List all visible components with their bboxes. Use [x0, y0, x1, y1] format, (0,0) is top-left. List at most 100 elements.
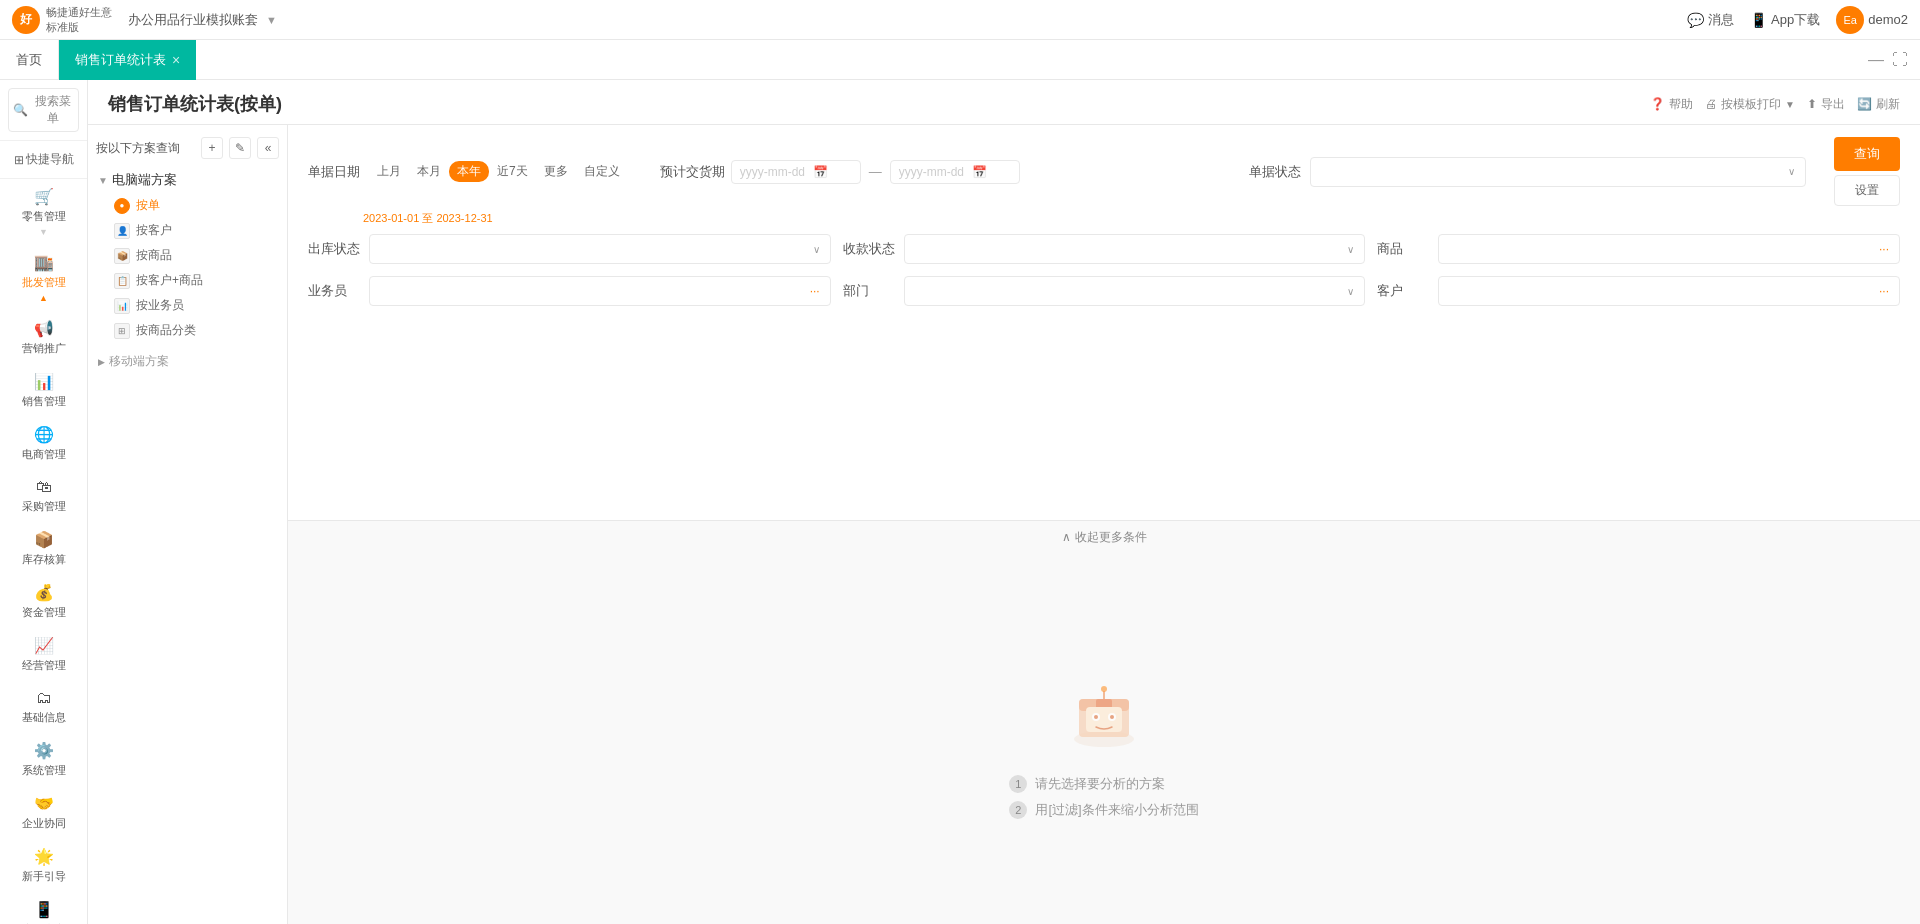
filter-date-item: 单据日期 上月 本月 本年 近7天 更多 自定义 [308, 161, 628, 182]
sidebar-item-sales[interactable]: 📊 销售管理 [0, 364, 87, 417]
settings-button[interactable]: 设置 [1834, 175, 1900, 206]
add-scheme-button[interactable]: + [201, 137, 223, 159]
customer-select[interactable]: ··· [1438, 276, 1900, 306]
sidebar-search-area: 🔍 搜索菜单 [0, 80, 87, 141]
pc-section: ▼ 电脑端方案 ● 按单 👤 按客户 📦 [96, 167, 279, 343]
query-button[interactable]: 查询 [1834, 137, 1900, 171]
salesperson-more-icon: ··· [810, 284, 820, 298]
sidebar-item-enterprise[interactable]: 🤝 企业协同 [0, 786, 87, 839]
sidebar-item-ecommerce[interactable]: 🌐 电商管理 [0, 417, 87, 470]
date-this-month-button[interactable]: 本月 [409, 161, 449, 182]
pc-section-header[interactable]: ▼ 电脑端方案 [96, 167, 279, 193]
inventory-icon: 📦 [34, 530, 54, 549]
sidebar-item-system[interactable]: ⚙️ 系统管理 [0, 733, 87, 786]
quick-nav-button[interactable]: ⊞ 快捷导航 [0, 145, 87, 174]
expected-date-end-input[interactable]: yyyy-mm-dd 📅 [890, 160, 1020, 184]
filter-payment-status: 收款状态 ∨ [843, 234, 1366, 264]
date-7days-button[interactable]: 近7天 [489, 161, 536, 182]
sidebar-item-newbie[interactable]: 🌟 新手引导 [0, 839, 87, 892]
search-menu-button[interactable]: 🔍 搜索菜单 [8, 88, 79, 132]
logo-area: 好 畅捷通好生意 标准版 [12, 5, 112, 34]
sidebar-item-retail[interactable]: 🛒 零售管理 ▼ [0, 179, 87, 245]
hint-num-2: 2 [1009, 801, 1027, 819]
date-range-display: 2023-01-01 至 2023-12-31 [308, 210, 1900, 226]
app-download-button[interactable]: 📱 App下载 [1750, 11, 1820, 29]
filter-row-2: 出库状态 ∨ 收款状态 ∨ [308, 234, 1900, 264]
filter-customer: 客户 ··· [1377, 276, 1900, 306]
by-customer-goods-icon: 📋 [114, 273, 130, 289]
mobile-arrow-icon: ▶ [98, 357, 105, 367]
customer-label: 客户 [1377, 282, 1432, 300]
sidebar-item-purchase[interactable]: 🛍 采购管理 [0, 470, 87, 522]
filter-right: 单据日期 上月 本月 本年 近7天 更多 自定义 [288, 125, 1920, 520]
help-button[interactable]: ❓ 帮助 [1650, 96, 1693, 113]
avatar: Ea [1836, 6, 1864, 34]
date-quick-buttons: 上月 本月 本年 近7天 更多 自定义 [369, 161, 628, 182]
filter-expected-date: 预计交货期 yyyy-mm-dd 📅 — yyyy-mm-dd 📅 [660, 160, 1217, 184]
topbar-dropdown-icon[interactable]: ▼ [266, 14, 277, 26]
date-label: 单据日期 [308, 163, 363, 181]
order-status-arrow-icon: ∨ [1788, 166, 1795, 177]
department-select[interactable]: ∨ [904, 276, 1366, 306]
topbar-right: 💬 消息 📱 App下载 Ea demo2 [1687, 6, 1908, 34]
tab-sales-order-stats[interactable]: 销售订单统计表 × [59, 40, 196, 80]
topbar-title: 办公用品行业模拟账套 [128, 11, 258, 29]
payment-status-arrow-icon: ∨ [1347, 244, 1354, 255]
sidebar-quick-nav[interactable]: ⊞ 快捷导航 [0, 141, 87, 179]
ecommerce-icon: 🌐 [34, 425, 54, 444]
goods-select[interactable]: ··· [1438, 234, 1900, 264]
calendar-end-icon: 📅 [972, 165, 987, 179]
sidebar-item-business[interactable]: 📈 经营管理 [0, 628, 87, 681]
tab-close-icon[interactable]: × [172, 52, 180, 68]
goods-label: 商品 [1377, 240, 1432, 258]
filter-row-1: 单据日期 上月 本月 本年 近7天 更多 自定义 [308, 137, 1900, 206]
sidebar-item-marketing[interactable]: 📢 营销推广 [0, 311, 87, 364]
department-label: 部门 [843, 282, 898, 300]
scheme-by-customer[interactable]: 👤 按客户 [112, 218, 279, 243]
print-button[interactable]: 🖨 按模板打印 ▼ [1705, 96, 1795, 113]
collapse-tree-button[interactable]: « [257, 137, 279, 159]
delivery-status-select[interactable]: ∨ [369, 234, 831, 264]
refresh-button[interactable]: 🔄 刷新 [1857, 96, 1900, 113]
date-this-year-button[interactable]: 本年 [449, 161, 489, 182]
expected-date-start-input[interactable]: yyyy-mm-dd 📅 [731, 160, 861, 184]
wholesale-icon: 🏬 [34, 253, 54, 272]
sidebar: 🔍 搜索菜单 ⊞ 快捷导航 🛒 零售管理 ▼ 🏬 批发管理 ▲ 📢 营销推广 📊 [0, 80, 88, 924]
basic-icon: 🗂 [36, 689, 52, 707]
user-profile[interactable]: Ea demo2 [1836, 6, 1908, 34]
salesperson-select[interactable]: ··· [369, 276, 831, 306]
scheme-by-salesperson[interactable]: 📊 按业务员 [112, 293, 279, 318]
export-button[interactable]: ⬆ 导出 [1807, 96, 1845, 113]
salesperson-label: 业务员 [308, 282, 363, 300]
by-salesperson-icon: 📊 [114, 298, 130, 314]
date-prev-month-button[interactable]: 上月 [369, 161, 409, 182]
collapse-more-conditions-button[interactable]: ∧ 收起更多条件 [288, 520, 1920, 554]
maximize-icon[interactable]: ⛶ [1892, 51, 1908, 69]
order-status-select[interactable]: ∨ [1310, 157, 1806, 187]
order-status-label: 单据状态 [1249, 163, 1304, 181]
mobile-section: ▶ 移动端方案 [96, 349, 279, 374]
message-button[interactable]: 💬 消息 [1687, 11, 1734, 29]
sidebar-item-finance[interactable]: 💰 资金管理 [0, 575, 87, 628]
date-more-button[interactable]: 更多 [536, 161, 576, 182]
mobile-section-header[interactable]: ▶ 移动端方案 [96, 349, 279, 374]
sidebar-item-inventory[interactable]: 📦 库存核算 [0, 522, 87, 575]
scheme-by-customer-goods[interactable]: 📋 按客户+商品 [112, 268, 279, 293]
filter-tree-icons: + ✎ « [201, 137, 279, 159]
payment-status-select[interactable]: ∨ [904, 234, 1366, 264]
delivery-status-arrow-icon: ∨ [813, 244, 820, 255]
sidebar-item-wholesale[interactable]: 🏬 批发管理 ▲ [0, 245, 87, 311]
scheme-by-order[interactable]: ● 按单 [112, 193, 279, 218]
sidebar-item-basic[interactable]: 🗂 基础信息 [0, 681, 87, 733]
minimize-icon[interactable]: — [1868, 51, 1884, 69]
scheme-by-goods-category[interactable]: ⊞ 按商品分类 [112, 318, 279, 343]
tabbar: 首页 销售订单统计表 × — ⛶ [0, 40, 1920, 80]
retail-icon: 🛒 [34, 187, 54, 206]
sidebar-item-appstore[interactable]: 📱 应用中心 [0, 892, 87, 924]
refresh-icon: 🔄 [1857, 97, 1872, 111]
print-arrow-icon: ▼ [1785, 99, 1795, 110]
scheme-by-goods[interactable]: 📦 按商品 [112, 243, 279, 268]
date-custom-button[interactable]: 自定义 [576, 161, 628, 182]
edit-scheme-button[interactable]: ✎ [229, 137, 251, 159]
tab-home[interactable]: 首页 [0, 40, 59, 80]
